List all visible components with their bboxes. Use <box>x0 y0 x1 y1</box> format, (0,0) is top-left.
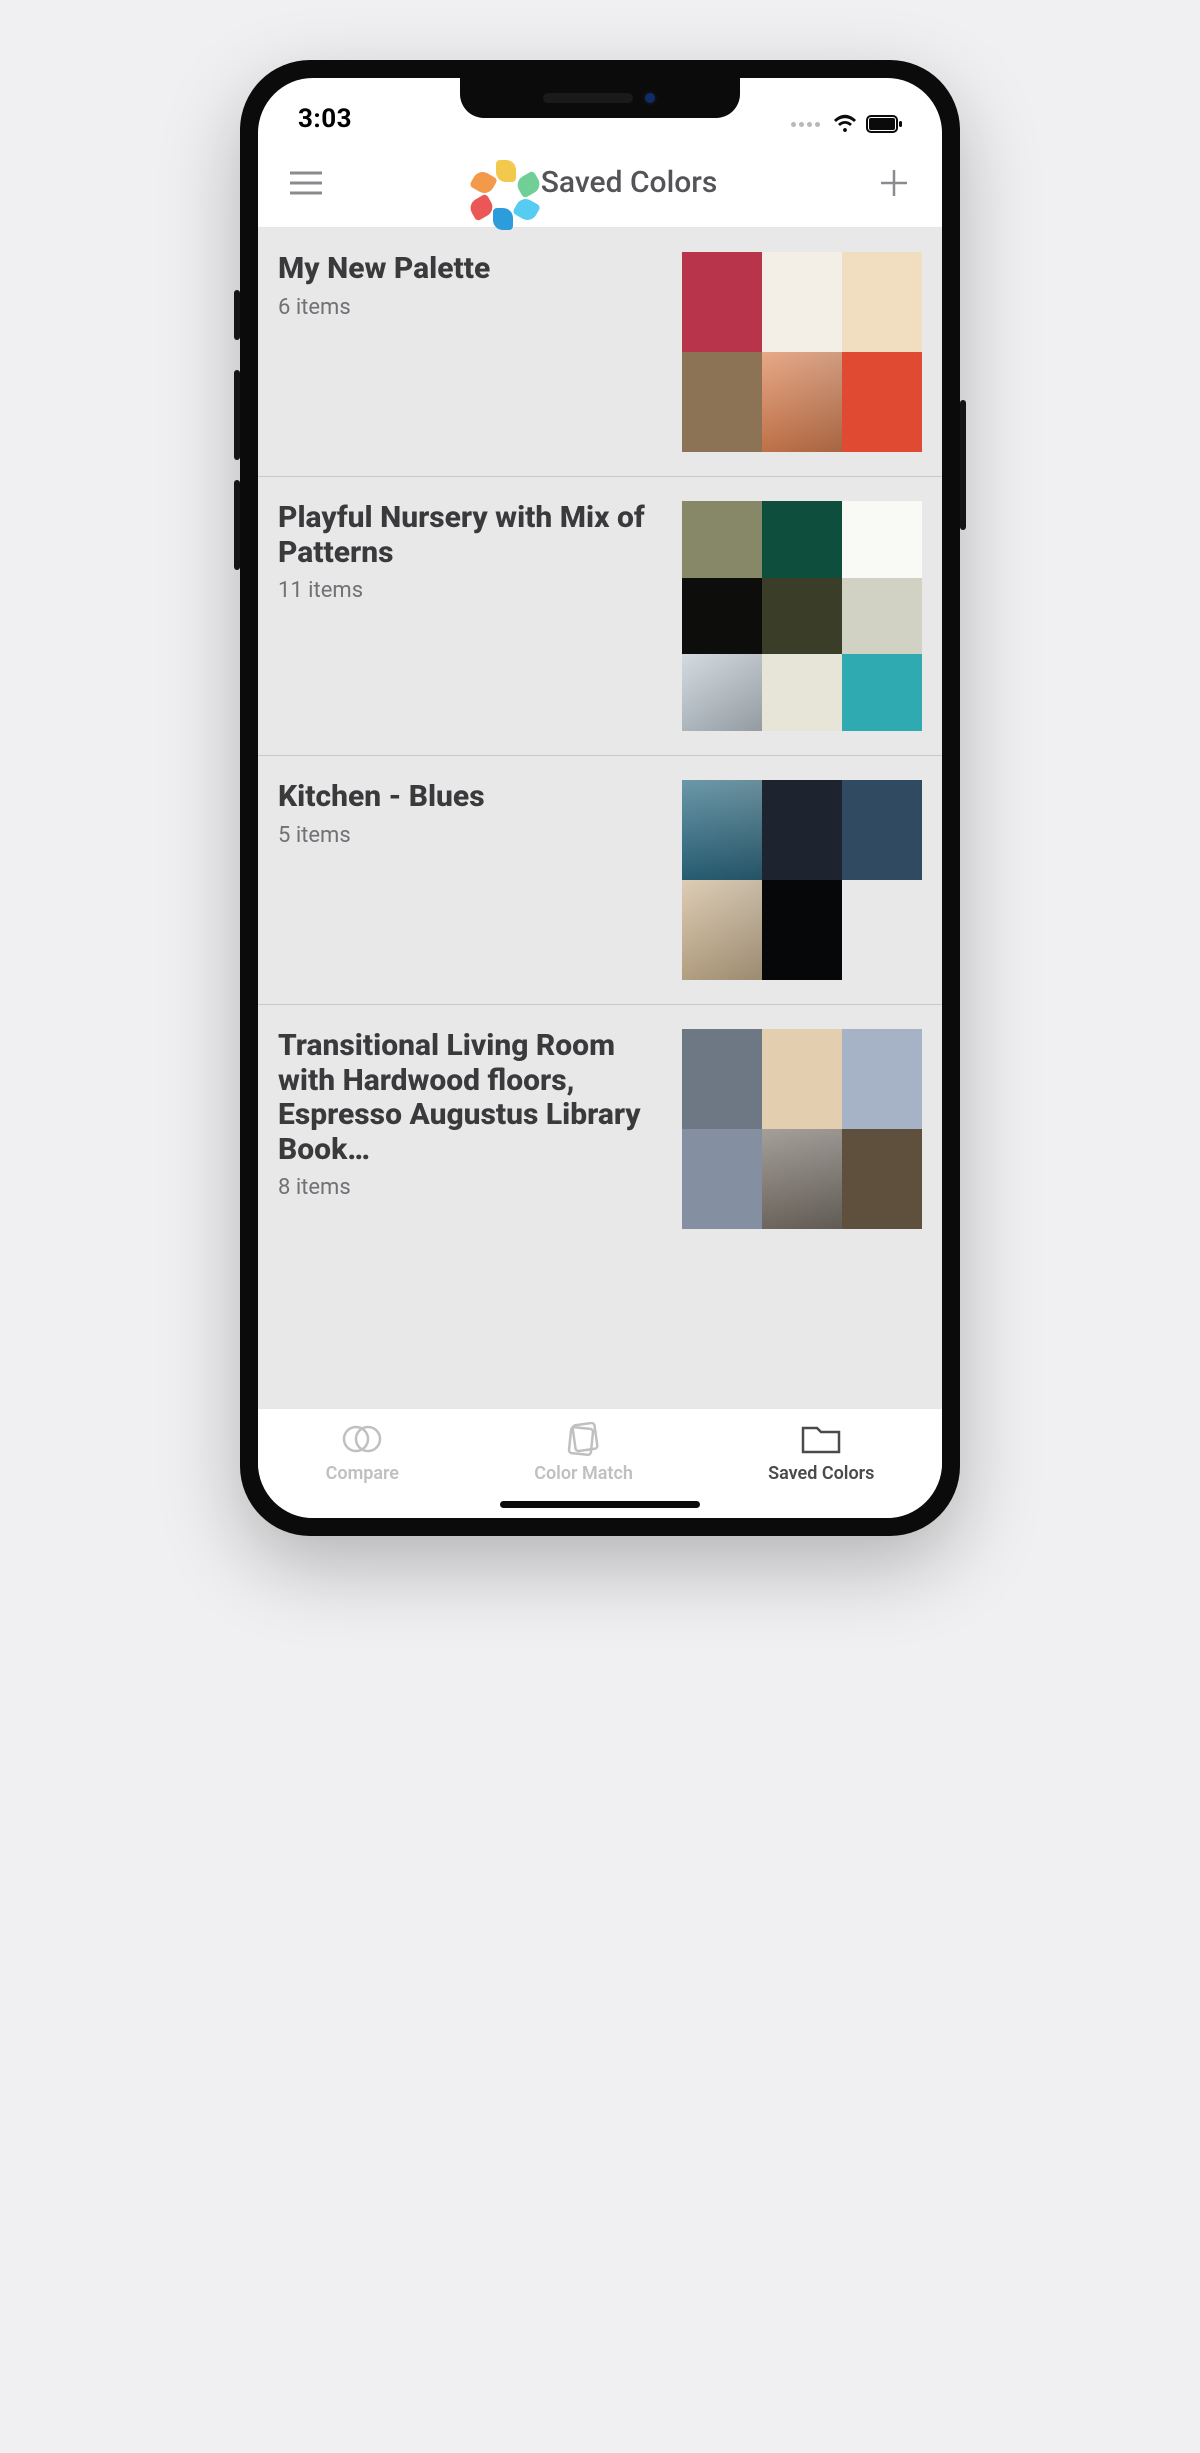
palette-title: Kitchen - Blues <box>278 780 666 815</box>
palette-subtitle: 5 items <box>278 823 666 848</box>
color-swatch <box>842 352 922 452</box>
page-title: Saved Colors <box>541 165 718 200</box>
saved-colors-folder-icon <box>799 1421 843 1457</box>
photo-swatch <box>762 352 842 452</box>
palette-row[interactable]: Kitchen - Blues 5 items <box>258 756 942 1005</box>
color-swatch <box>842 1029 922 1129</box>
color-swatch <box>842 780 922 880</box>
empty-swatch <box>842 880 922 980</box>
palette-title: Playful Nursery with Mix of Patterns <box>278 501 666 570</box>
phone-frame: 3:03 <box>240 60 960 1536</box>
palette-row[interactable]: My New Palette 6 items <box>258 228 942 477</box>
tab-saved-colors[interactable]: Saved Colors <box>768 1421 874 1484</box>
color-swatch <box>762 578 842 655</box>
menu-button[interactable] <box>286 163 326 203</box>
notch <box>460 78 740 118</box>
tab-bar: Compare Color Match Saved Colors <box>258 1408 942 1518</box>
palette-subtitle: 6 items <box>278 295 666 320</box>
home-indicator <box>500 1501 700 1508</box>
palette-subtitle: 11 items <box>278 578 666 603</box>
palette-title: My New Palette <box>278 252 666 287</box>
color-swatch <box>842 252 922 352</box>
tab-color-match[interactable]: Color Match <box>534 1421 633 1484</box>
volume-up-button <box>234 370 240 460</box>
app-logo-icon <box>483 160 529 206</box>
color-swatch <box>842 654 922 731</box>
color-swatch <box>762 654 842 731</box>
palette-subtitle: 8 items <box>278 1175 666 1200</box>
color-swatch <box>762 252 842 352</box>
color-swatch <box>682 1029 762 1129</box>
status-time: 3:03 <box>298 104 352 134</box>
tab-compare[interactable]: Compare <box>326 1421 399 1484</box>
tab-label: Color Match <box>534 1463 633 1484</box>
power-button <box>960 400 966 530</box>
color-swatch <box>762 880 842 980</box>
color-swatch <box>762 1029 842 1129</box>
status-icons <box>791 114 902 134</box>
palette-text: My New Palette 6 items <box>278 252 666 452</box>
cellular-dots-icon <box>791 122 820 127</box>
color-swatch <box>682 1129 762 1229</box>
plus-icon <box>879 168 909 198</box>
compare-icon <box>341 1421 383 1457</box>
add-button[interactable] <box>874 163 914 203</box>
app-header: Saved Colors <box>258 138 942 228</box>
swatch-grid <box>682 501 922 731</box>
palette-row[interactable]: Playful Nursery with Mix of Patterns 11 i… <box>258 477 942 756</box>
color-swatch <box>842 501 922 578</box>
photo-swatch <box>682 780 762 880</box>
color-swatch <box>682 252 762 352</box>
photo-swatch <box>762 1129 842 1229</box>
battery-icon <box>866 115 902 133</box>
screen: 3:03 <box>258 78 942 1518</box>
hamburger-icon <box>290 171 322 195</box>
color-swatch <box>682 501 762 578</box>
palette-text: Kitchen - Blues 5 items <box>278 780 666 980</box>
palette-row[interactable]: Transitional Living Room with Hardwood f… <box>258 1005 942 1253</box>
color-swatch <box>682 352 762 452</box>
color-swatch <box>842 1129 922 1229</box>
mute-switch <box>234 290 240 340</box>
palette-title: Transitional Living Room with Hardwood f… <box>278 1029 666 1167</box>
photo-swatch <box>682 654 762 731</box>
color-swatch <box>762 780 842 880</box>
color-swatch <box>762 501 842 578</box>
volume-down-button <box>234 480 240 570</box>
palette-list[interactable]: My New Palette 6 items Playful Nursery wit… <box>258 228 942 1408</box>
swatch-grid <box>682 780 922 980</box>
color-match-icon <box>564 1421 604 1457</box>
swatch-grid <box>682 252 922 452</box>
swatch-grid <box>682 1029 922 1229</box>
header-title-group: Saved Colors <box>483 160 718 206</box>
photo-swatch <box>682 880 762 980</box>
wifi-icon <box>832 114 858 134</box>
palette-text: Playful Nursery with Mix of Patterns 11 i… <box>278 501 666 731</box>
tab-label: Compare <box>326 1463 399 1484</box>
palette-text: Transitional Living Room with Hardwood f… <box>278 1029 666 1229</box>
tab-label: Saved Colors <box>768 1463 874 1484</box>
color-swatch <box>682 578 762 655</box>
color-swatch <box>842 578 922 655</box>
